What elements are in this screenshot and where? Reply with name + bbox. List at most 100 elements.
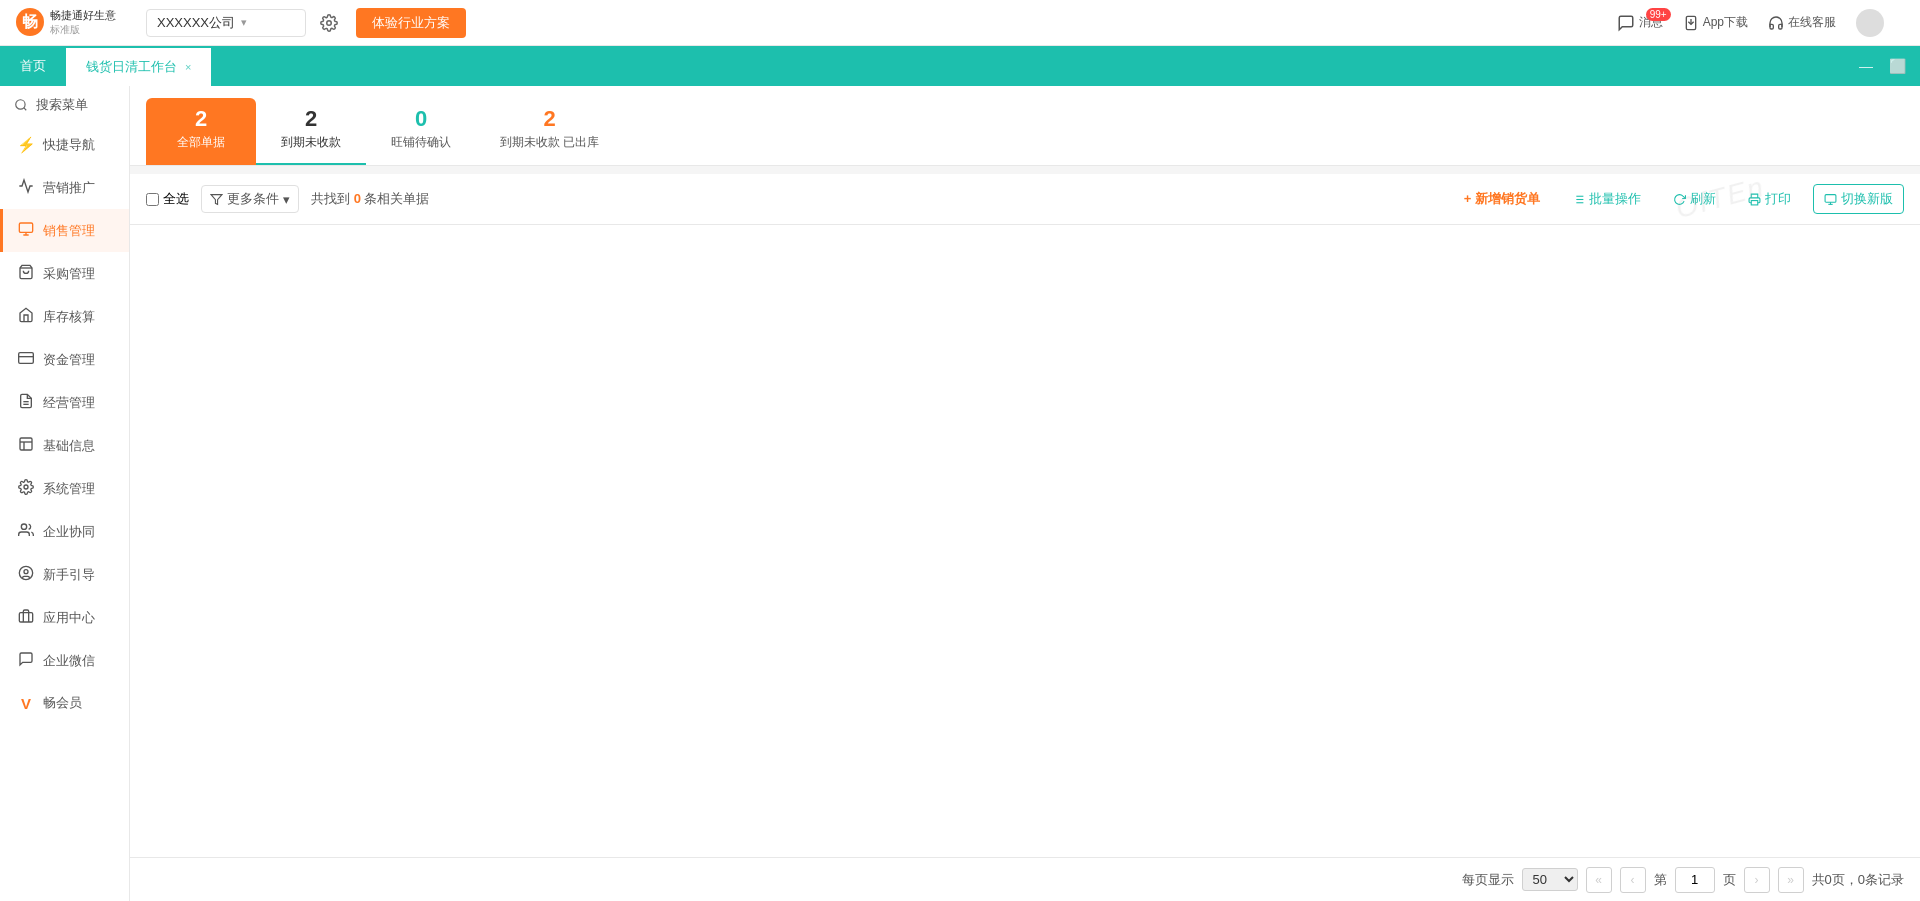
last-page-button[interactable]: » <box>1778 867 1804 893</box>
sidebar-item-quick-nav[interactable]: ⚡ 快捷导航 <box>0 124 129 166</box>
purchase-icon <box>17 264 35 283</box>
sidebar-item-weixin[interactable]: 企业微信 <box>0 639 129 682</box>
pagination-bar: 每页显示 50 100 200 « ‹ 第 页 › » 共0页，0条记录 <box>130 857 1920 901</box>
app-center-label: 应用中心 <box>43 609 95 627</box>
online-service-button[interactable]: 在线客服 <box>1768 14 1836 31</box>
found-prefix: 共找到 <box>311 191 350 206</box>
select-all-input[interactable] <box>146 193 159 206</box>
toolbar-right: + 新增销货单 批量操作 刷新 <box>1454 184 1904 214</box>
add-order-button[interactable]: + 新增销货单 <box>1454 185 1550 213</box>
filter-button[interactable]: 更多条件 ▾ <box>201 185 299 213</box>
stat-tab-shipped[interactable]: 2 到期未收款 已出库 <box>476 98 623 165</box>
app-title: 畅捷通好生意 <box>50 8 116 22</box>
batch-label: 批量操作 <box>1589 190 1641 208</box>
app-download-button[interactable]: App下载 <box>1683 14 1748 31</box>
search-menu-button[interactable]: 搜索菜单 <box>0 86 129 124</box>
svg-rect-7 <box>19 353 34 364</box>
sidebar-item-member[interactable]: V 畅会员 <box>0 682 129 724</box>
first-page-button[interactable]: « <box>1586 867 1612 893</box>
stat-label-pending: 旺铺待确认 <box>390 134 452 151</box>
message-button[interactable]: 消息 99+ <box>1617 14 1663 32</box>
sidebar-item-sales[interactable]: 销售管理 <box>0 209 129 252</box>
tab-active-label: 钱货日清工作台 <box>86 58 177 76</box>
avatar[interactable] <box>1856 9 1884 37</box>
app-version: 标准版 <box>50 23 116 37</box>
stat-tab-all[interactable]: 2 全部单据 <box>146 98 256 165</box>
app-logo-icon: 畅 <box>16 8 44 36</box>
stat-label-all: 全部单据 <box>170 134 232 151</box>
guide-icon <box>17 565 35 584</box>
table-area <box>130 225 1920 857</box>
sidebar-item-purchase[interactable]: 采购管理 <box>0 252 129 295</box>
switch-label: 切换新版 <box>1841 190 1893 208</box>
sidebar-item-inventory[interactable]: 库存核算 <box>0 295 129 338</box>
top-header: 畅 畅捷通好生意 标准版 XXXXXX公司 ▾ 体验行业方案 消息 99+ Ap… <box>0 0 1920 46</box>
finance-icon <box>17 350 35 369</box>
inventory-label: 库存核算 <box>43 308 95 326</box>
per-page-select[interactable]: 50 100 200 <box>1522 868 1578 891</box>
svg-line-4 <box>24 108 27 111</box>
select-all-checkbox[interactable]: 全选 <box>146 190 189 208</box>
add-order-label: + 新增销货单 <box>1464 190 1540 208</box>
tab-active[interactable]: 钱货日清工作台 × <box>66 46 211 86</box>
stat-label-shipped: 到期未收款 已出库 <box>500 134 599 151</box>
stat-label-overdue: 到期未收款 <box>280 134 342 151</box>
stat-tab-pending[interactable]: 0 旺铺待确认 <box>366 98 476 165</box>
svg-rect-18 <box>19 613 32 622</box>
next-page-button[interactable]: › <box>1744 867 1770 893</box>
sidebar-item-system[interactable]: 系统管理 <box>0 467 129 510</box>
sidebar-item-finance[interactable]: 资金管理 <box>0 338 129 381</box>
sales-icon <box>17 221 35 240</box>
stat-tab-overdue[interactable]: 2 到期未收款 <box>256 98 366 165</box>
minimize-button[interactable]: — <box>1855 54 1877 78</box>
settings-button[interactable] <box>314 8 344 38</box>
sidebar-item-operation[interactable]: 经营管理 <box>0 381 129 424</box>
sidebar-item-marketing[interactable]: 营销推广 <box>0 166 129 209</box>
refresh-button[interactable]: 刷新 <box>1663 185 1726 213</box>
company-dropdown-icon: ▾ <box>241 16 247 29</box>
sales-label: 销售管理 <box>43 222 95 240</box>
member-icon: V <box>17 695 35 712</box>
search-menu-label: 搜索菜单 <box>36 96 88 114</box>
tab-home[interactable]: 首页 <box>0 46 66 86</box>
marketing-icon <box>17 178 35 197</box>
prev-page-button[interactable]: ‹ <box>1620 867 1646 893</box>
svg-point-0 <box>327 20 332 25</box>
quick-nav-label: 快捷导航 <box>43 136 95 154</box>
trial-button[interactable]: 体验行业方案 <box>356 8 466 38</box>
operation-icon <box>17 393 35 412</box>
total-text: 共0页，0条记录 <box>1812 871 1904 889</box>
print-label: 打印 <box>1765 190 1791 208</box>
batch-operation-button[interactable]: 批量操作 <box>1562 185 1651 213</box>
page-input[interactable] <box>1675 867 1715 893</box>
stat-count-overdue: 2 <box>280 106 342 132</box>
operation-label: 经营管理 <box>43 394 95 412</box>
svg-rect-27 <box>1825 194 1836 202</box>
per-page-label: 每页显示 <box>1462 871 1514 889</box>
nav-tabs-actions: — ⬜ <box>1855 54 1920 78</box>
message-badge: 99+ <box>1646 8 1671 21</box>
sidebar-item-guide[interactable]: 新手引导 <box>0 553 129 596</box>
finance-label: 资金管理 <box>43 351 95 369</box>
system-icon <box>17 479 35 498</box>
sidebar-item-basic-info[interactable]: 基础信息 <box>0 424 129 467</box>
tab-home-label: 首页 <box>20 57 46 75</box>
select-all-label: 全选 <box>163 190 189 208</box>
basic-info-label: 基础信息 <box>43 437 95 455</box>
quick-nav-icon: ⚡ <box>17 136 35 154</box>
filter-label: 更多条件 <box>227 190 279 208</box>
app-download-label: App下载 <box>1703 14 1748 31</box>
found-text: 共找到 0 条相关单据 <box>311 190 429 208</box>
print-button[interactable]: 打印 <box>1738 185 1801 213</box>
filter-arrow: ▾ <box>283 192 290 207</box>
sidebar-item-cooperation[interactable]: 企业协同 <box>0 510 129 553</box>
sidebar-item-app-center[interactable]: 应用中心 <box>0 596 129 639</box>
switch-version-button[interactable]: 切换新版 <box>1813 184 1904 214</box>
svg-point-3 <box>16 100 25 109</box>
company-selector[interactable]: XXXXXX公司 ▾ <box>146 9 306 37</box>
tab-close-icon[interactable]: × <box>185 61 191 73</box>
guide-label: 新手引导 <box>43 566 95 584</box>
maximize-button[interactable]: ⬜ <box>1885 54 1910 78</box>
logo-area: 畅 畅捷通好生意 标准版 <box>16 8 146 36</box>
found-suffix: 条相关单据 <box>364 191 429 206</box>
